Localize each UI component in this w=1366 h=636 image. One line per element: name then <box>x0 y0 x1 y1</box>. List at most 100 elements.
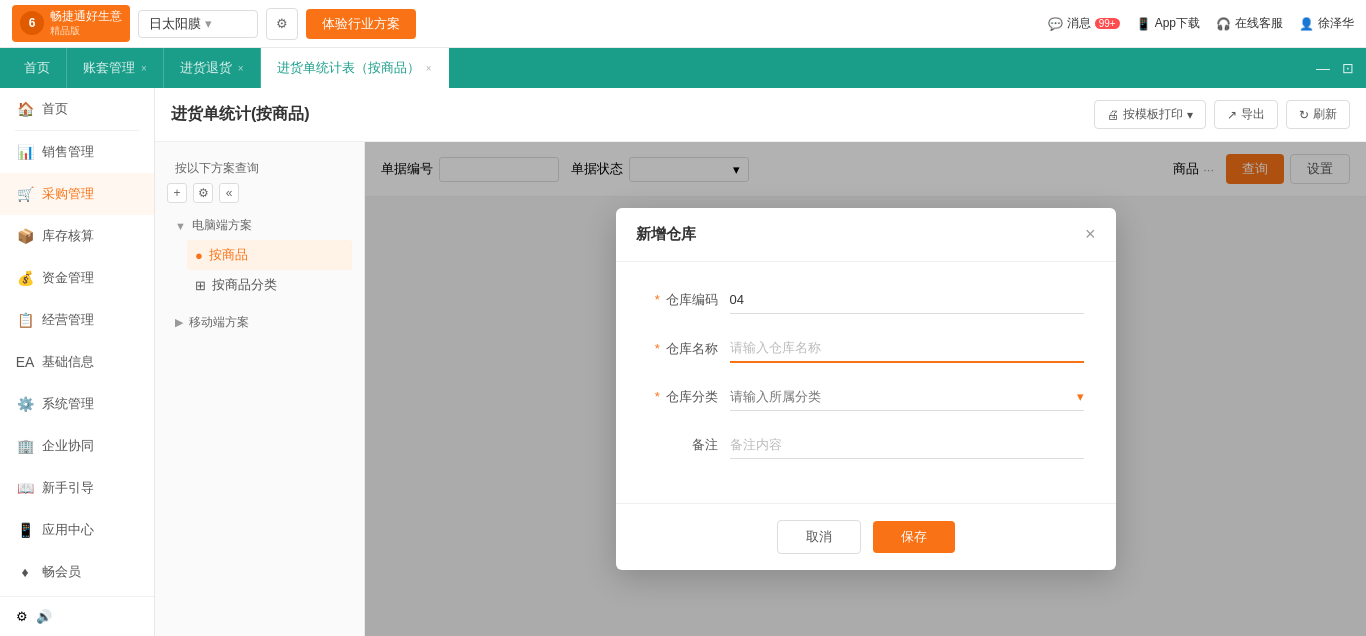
code-required: * <box>655 292 660 307</box>
print-button[interactable]: 🖨 按模板打印 ▾ <box>1094 100 1206 129</box>
sidebar-item-apps-label: 应用中心 <box>42 521 94 539</box>
export-button[interactable]: ↗ 导出 <box>1214 100 1278 129</box>
tab-purchase-stats[interactable]: 进货单统计表（按商品） × <box>261 48 449 88</box>
sidebar-settings-icon[interactable]: ⚙ <box>16 609 28 624</box>
category-input[interactable] <box>730 389 1077 404</box>
purchase-icon: 🛒 <box>16 185 34 203</box>
gear-icon: ⚙ <box>276 16 288 31</box>
category-select[interactable]: ▾ <box>730 383 1084 411</box>
content-area: 进货单统计(按商品) 🖨 按模板打印 ▾ ↗ 导出 ↻ 刷新 <box>155 88 1366 636</box>
sidebar-item-home[interactable]: 🏠 首页 <box>0 88 154 130</box>
tab-expand-icon[interactable]: ⊡ <box>1338 56 1358 80</box>
scheme-settings-button[interactable]: ⚙ <box>193 183 213 203</box>
category-label: * 仓库分类 <box>648 388 718 406</box>
pc-section-title: ▼ 电脑端方案 <box>167 211 352 240</box>
sidebar-item-guide[interactable]: 📖 新手引导 <box>0 467 154 509</box>
sidebar-item-purchase[interactable]: 🛒 采购管理 <box>0 173 154 215</box>
mobile-section-title: ▶ 移动端方案 <box>167 308 352 337</box>
online-service-button[interactable]: 🎧 在线客服 <box>1216 15 1283 32</box>
guide-icon: 📖 <box>16 479 34 497</box>
collapse-button[interactable]: « <box>219 183 239 203</box>
operations-icon: 📋 <box>16 311 34 329</box>
tab-minimize-icon[interactable]: — <box>1312 56 1334 80</box>
user-name: 徐泽华 <box>1318 15 1354 32</box>
name-row: * 仓库名称 <box>648 334 1084 363</box>
sidebar-item-member[interactable]: ♦ 畅会员 <box>0 551 154 593</box>
name-label: * 仓库名称 <box>648 340 718 358</box>
tab-account-close-icon[interactable]: × <box>141 63 147 74</box>
sidebar-item-home-label: 首页 <box>42 100 68 118</box>
sidebar-item-finance[interactable]: 💰 资金管理 <box>0 257 154 299</box>
home-icon: 🏠 <box>16 100 34 118</box>
tab-account-label: 账套管理 <box>83 59 135 77</box>
name-input[interactable] <box>730 334 1084 363</box>
tab-home[interactable]: 首页 <box>8 48 67 88</box>
print-icon: 🖨 <box>1107 108 1119 122</box>
message-button[interactable]: 💬 消息 99+ <box>1048 15 1120 32</box>
settings-button[interactable]: ⚙ <box>266 8 298 40</box>
sidebar-item-basic-info-label: 基础信息 <box>42 353 94 371</box>
tree-item-by-goods-label: 按商品 <box>209 246 248 264</box>
left-panel: 按以下方案查询 + ⚙ « ▼ 电脑端方案 ● 按商品 <box>155 142 365 636</box>
store-selector[interactable]: 日太阳膜 ▾ <box>138 10 258 38</box>
category-required: * <box>655 389 660 404</box>
sidebar-audio-icon[interactable]: 🔊 <box>36 609 52 624</box>
category-arrow-icon: ▾ <box>1077 389 1084 404</box>
content-actions: 🖨 按模板打印 ▾ ↗ 导出 ↻ 刷新 <box>1094 100 1350 129</box>
sidebar-item-enterprise[interactable]: 🏢 企业协同 <box>0 425 154 467</box>
tree-item-by-goods[interactable]: ● 按商品 <box>187 240 352 270</box>
right-content: 单据编号 单据状态 ▾ 商品 ··· <box>365 142 1366 636</box>
tree-item-by-category[interactable]: ⊞ 按商品分类 <box>187 270 352 300</box>
sidebar-item-operations[interactable]: 📋 经营管理 <box>0 299 154 341</box>
tab-home-label: 首页 <box>24 59 50 77</box>
tab-account[interactable]: 账套管理 × <box>67 48 164 88</box>
cancel-button[interactable]: 取消 <box>777 520 861 554</box>
app-download-button[interactable]: 📱 App下载 <box>1136 15 1200 32</box>
sidebar-item-system[interactable]: ⚙️ 系统管理 <box>0 383 154 425</box>
tab-bar: 首页 账套管理 × 进货退货 × 进货单统计表（按商品） × — ⊡ <box>0 48 1366 88</box>
category-row: * 仓库分类 ▾ <box>648 383 1084 411</box>
sidebar-item-basic-info[interactable]: EA 基础信息 <box>0 341 154 383</box>
code-input[interactable] <box>730 286 1084 314</box>
refresh-label: 刷新 <box>1313 106 1337 123</box>
sidebar-item-sales[interactable]: 📊 销售管理 <box>0 131 154 173</box>
sidebar-item-operations-label: 经营管理 <box>42 311 94 329</box>
print-arrow-icon: ▾ <box>1187 108 1193 122</box>
dialog-close-button[interactable]: × <box>1085 224 1096 245</box>
message-label: 消息 <box>1067 15 1091 32</box>
tab-purchase-return-close-icon[interactable]: × <box>238 63 244 74</box>
remark-label: 备注 <box>648 436 718 454</box>
category-icon: ⊞ <box>195 278 206 293</box>
save-button[interactable]: 保存 <box>873 521 955 553</box>
inventory-icon: 📦 <box>16 227 34 245</box>
name-required: * <box>655 341 660 356</box>
tree-items: ● 按商品 ⊞ 按商品分类 <box>167 240 352 300</box>
service-label: 在线客服 <box>1235 15 1283 32</box>
remark-row: 备注 <box>648 431 1084 459</box>
sidebar-item-apps[interactable]: 📱 应用中心 <box>0 509 154 551</box>
refresh-button[interactable]: ↻ 刷新 <box>1286 100 1350 129</box>
sidebar-bottom: ⚙ 🔊 <box>0 596 154 636</box>
user-menu-button[interactable]: 👤 徐泽华 <box>1299 15 1354 32</box>
remark-input[interactable] <box>730 431 1084 459</box>
print-label: 按模板打印 <box>1123 106 1183 123</box>
triangle-icon: ▼ <box>175 220 186 232</box>
sidebar-item-member-label: 畅会员 <box>42 563 81 581</box>
user-icon: 👤 <box>1299 17 1314 31</box>
headset-icon: 🎧 <box>1216 17 1231 31</box>
add-scheme-button[interactable]: + <box>167 183 187 203</box>
sidebar-item-inventory[interactable]: 📦 库存核算 <box>0 215 154 257</box>
tab-purchase-stats-close-icon[interactable]: × <box>426 63 432 74</box>
tab-purchase-return[interactable]: 进货退货 × <box>164 48 261 88</box>
top-header: 6 畅捷通好生意 精品版 日太阳膜 ▾ ⚙ 体验行业方案 💬 消息 99+ 📱 … <box>0 0 1366 48</box>
logo-area[interactable]: 6 畅捷通好生意 精品版 <box>12 5 130 41</box>
trial-button[interactable]: 体验行业方案 <box>306 9 416 39</box>
dialog-overlay: 新增仓库 × * 仓库编码 <box>365 142 1366 636</box>
system-icon: ⚙️ <box>16 395 34 413</box>
page-title: 进货单统计(按商品) <box>171 104 310 125</box>
member-icon: ♦ <box>16 563 34 581</box>
logo-icon: 6 <box>20 11 44 35</box>
content-header: 进货单统计(按商品) 🖨 按模板打印 ▾ ↗ 导出 ↻ 刷新 <box>155 88 1366 142</box>
body-area: 按以下方案查询 + ⚙ « ▼ 电脑端方案 ● 按商品 <box>155 142 1366 636</box>
logo-sub: 精品版 <box>50 24 122 38</box>
